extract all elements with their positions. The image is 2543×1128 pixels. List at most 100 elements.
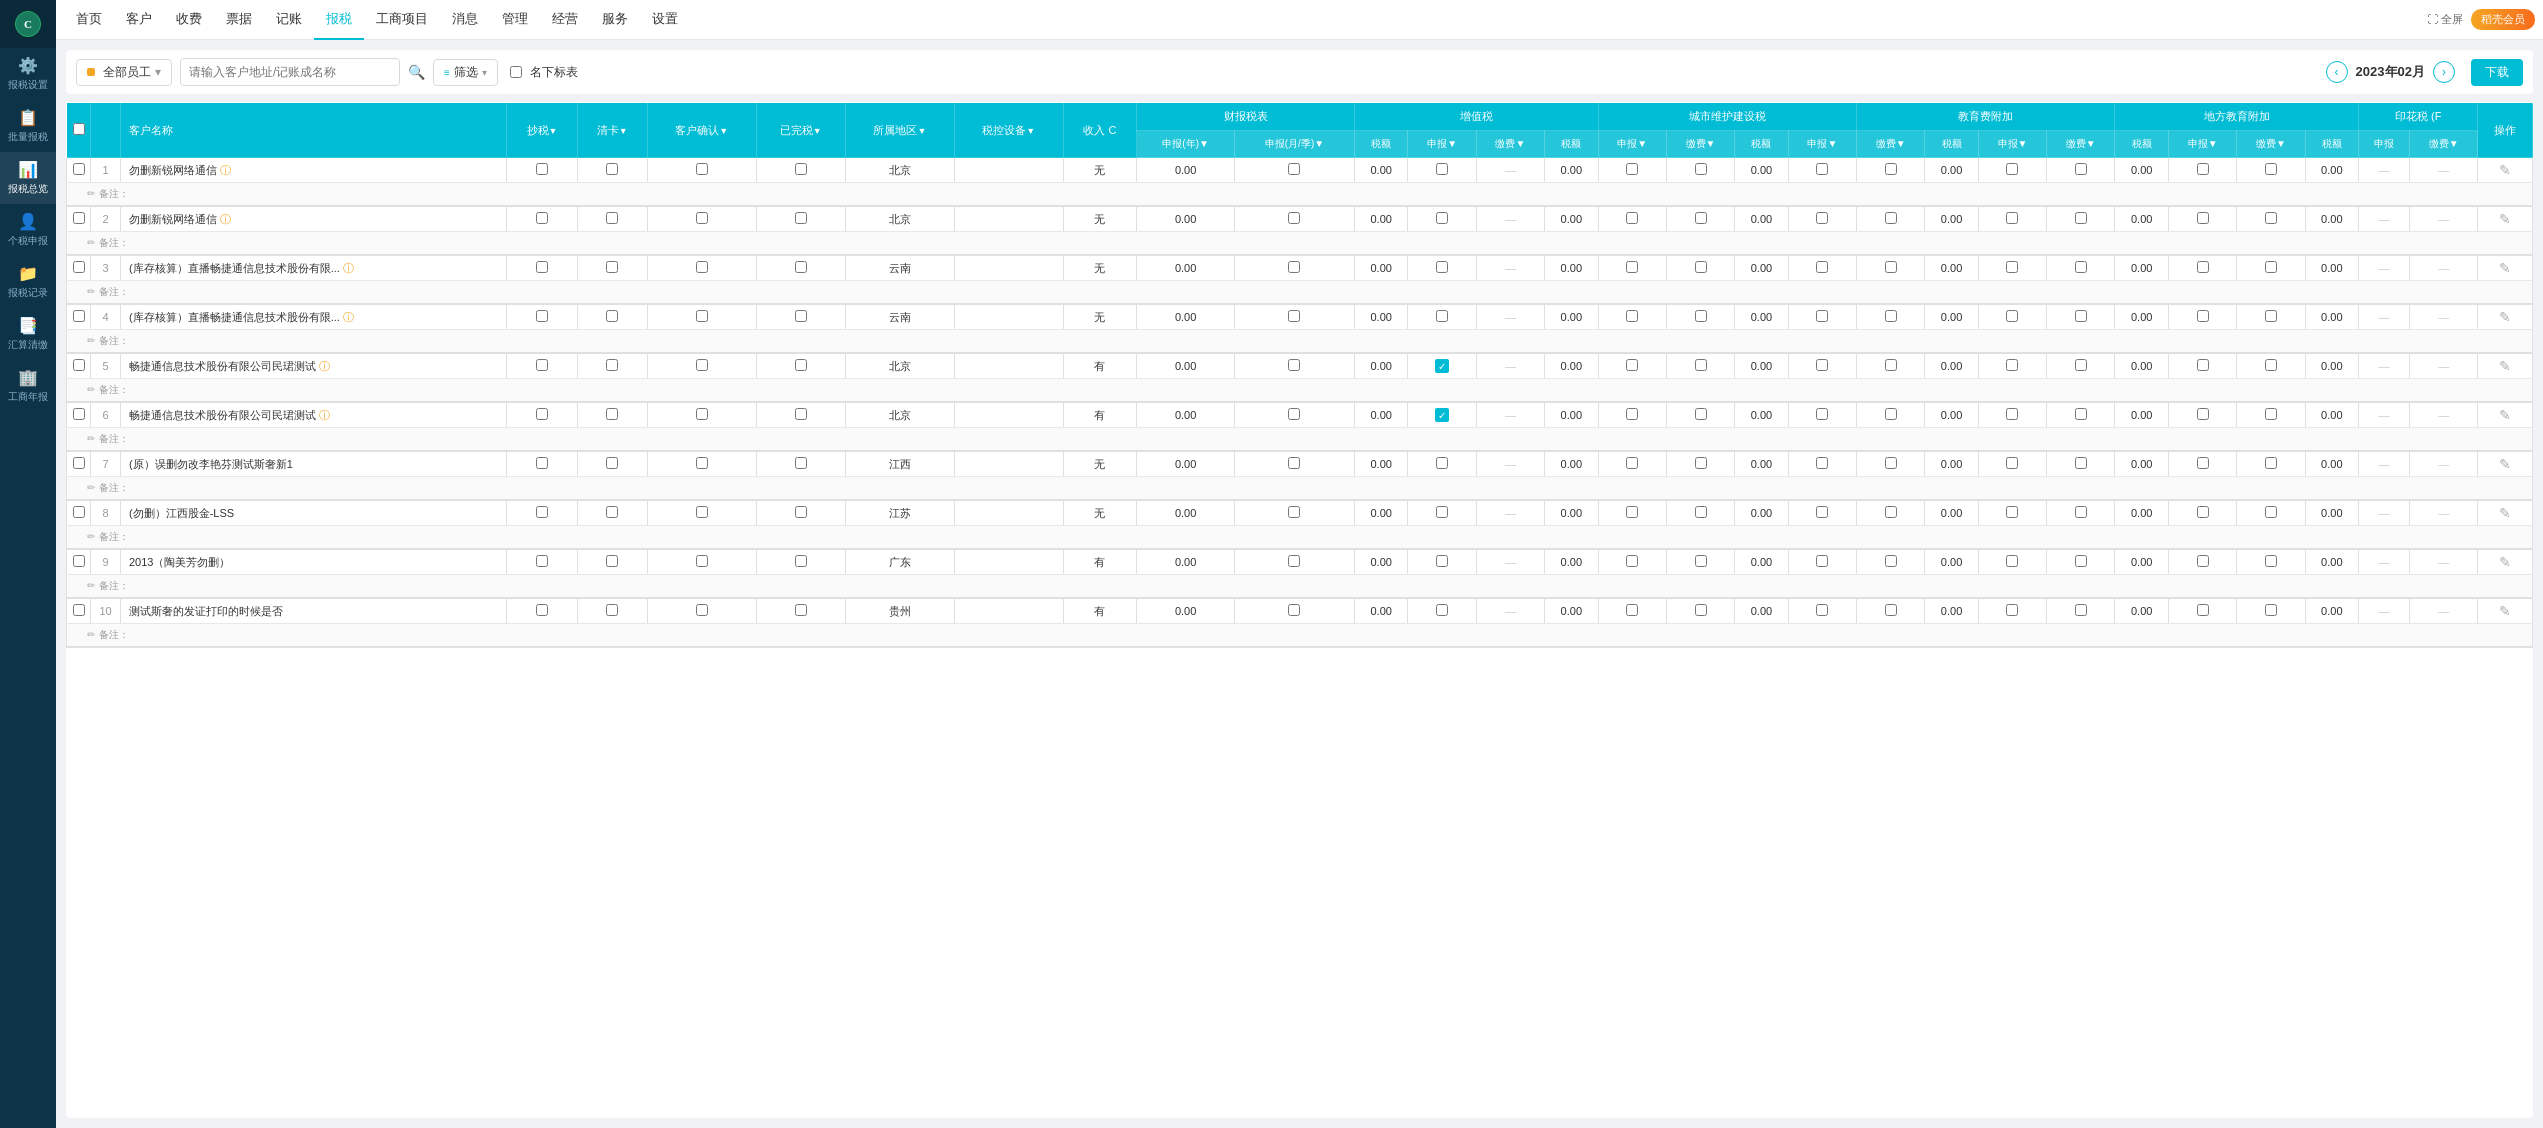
nav-manage[interactable]: 管理: [490, 0, 540, 40]
row-edu-pay2-5[interactable]: [2047, 402, 2115, 428]
row-city-pay-2[interactable]: [1666, 255, 1734, 281]
row-city-apply2-9[interactable]: [1788, 598, 1856, 624]
row-querenk-2[interactable]: [647, 255, 756, 281]
row-checkbox-1[interactable]: [67, 206, 91, 232]
row-local-pay-0[interactable]: [2237, 158, 2305, 183]
row-chaoshui-7[interactable]: [507, 500, 577, 526]
row-chaoshui-9[interactable]: [507, 598, 577, 624]
row-checkbox-7[interactable]: [67, 500, 91, 526]
row-city-pay-0[interactable]: [1666, 158, 1734, 183]
nav-operation[interactable]: 经营: [540, 0, 590, 40]
row-edu-pay2-0[interactable]: [2047, 158, 2115, 183]
row-edu-pay-0[interactable]: [1857, 158, 1925, 183]
row-edu-pay-5[interactable]: [1857, 402, 1925, 428]
row-edu-pay2-7[interactable]: [2047, 500, 2115, 526]
row-local-apply-6[interactable]: [2168, 451, 2236, 477]
row-edu-apply-6[interactable]: [1978, 451, 2046, 477]
row-city-pay-8[interactable]: [1666, 549, 1734, 575]
row-qingka-7[interactable]: [577, 500, 647, 526]
row-edu-pay2-4[interactable]: [2047, 353, 2115, 379]
row-edu-pay-6[interactable]: [1857, 451, 1925, 477]
row-wanshui-1[interactable]: [756, 206, 845, 232]
row-edu-pay-3[interactable]: [1857, 304, 1925, 330]
row-chaoshui-6[interactable]: [507, 451, 577, 477]
row-edu-apply-1[interactable]: [1978, 206, 2046, 232]
row-caibao-month-1[interactable]: [1234, 206, 1354, 232]
row-checkbox-5[interactable]: [67, 402, 91, 428]
row-checkbox-4[interactable]: [67, 353, 91, 379]
row-checkbox-8[interactable]: [67, 549, 91, 575]
sidebar-item-baoshui-shezhi[interactable]: ⚙️ 报税设置: [0, 48, 56, 100]
row-city-pay-1[interactable]: [1666, 206, 1734, 232]
row-chaoshui-5[interactable]: [507, 402, 577, 428]
row-local-apply-9[interactable]: [2168, 598, 2236, 624]
row-querenk-9[interactable]: [647, 598, 756, 624]
row-edu-pay2-6[interactable]: [2047, 451, 2115, 477]
row-edu-pay2-1[interactable]: [2047, 206, 2115, 232]
nav-accounting[interactable]: 记账: [264, 0, 314, 40]
row-city-apply-6[interactable]: [1598, 451, 1666, 477]
row-city-apply2-2[interactable]: [1788, 255, 1856, 281]
row-local-pay-7[interactable]: [2237, 500, 2305, 526]
row-vat-apply-0[interactable]: [1408, 158, 1476, 183]
select-all-checkbox[interactable]: [73, 123, 85, 135]
row-edu-apply-4[interactable]: [1978, 353, 2046, 379]
row-querenk-7[interactable]: [647, 500, 756, 526]
edit-icon-2[interactable]: ✎: [2499, 260, 2511, 276]
row-edu-apply-7[interactable]: [1978, 500, 2046, 526]
row-city-apply2-6[interactable]: [1788, 451, 1856, 477]
row-checkbox-9[interactable]: [67, 598, 91, 624]
row-edu-apply-9[interactable]: [1978, 598, 2046, 624]
row-vat-apply-9[interactable]: [1408, 598, 1476, 624]
row-city-apply-4[interactable]: [1598, 353, 1666, 379]
row-city-apply-1[interactable]: [1598, 206, 1666, 232]
nav-service[interactable]: 服务: [590, 0, 640, 40]
row-vat-apply-1[interactable]: [1408, 206, 1476, 232]
sidebar-item-piliang-baoshui[interactable]: 📋 批量报税: [0, 100, 56, 152]
row-caibao-month-2[interactable]: [1234, 255, 1354, 281]
row-caibao-month-7[interactable]: [1234, 500, 1354, 526]
row-checkbox-3[interactable]: [67, 304, 91, 330]
row-city-pay-3[interactable]: [1666, 304, 1734, 330]
row-chaoshui-2[interactable]: [507, 255, 577, 281]
row-local-pay-2[interactable]: [2237, 255, 2305, 281]
tag-checkbox[interactable]: [510, 66, 522, 78]
next-month-btn[interactable]: ›: [2433, 61, 2455, 83]
employee-filter[interactable]: 全部员工 ▾: [76, 59, 172, 86]
edit-icon-9[interactable]: ✎: [2499, 603, 2511, 619]
row-edit-0[interactable]: ✎: [2478, 158, 2533, 183]
row-checkbox-2[interactable]: [67, 255, 91, 281]
row-city-pay-4[interactable]: [1666, 353, 1734, 379]
row-chaoshui-8[interactable]: [507, 549, 577, 575]
row-local-pay-6[interactable]: [2237, 451, 2305, 477]
edit-icon-0[interactable]: ✎: [2499, 162, 2511, 178]
row-vat-apply-4[interactable]: [1408, 353, 1476, 379]
row-edit-7[interactable]: ✎: [2478, 500, 2533, 526]
row-city-pay-7[interactable]: [1666, 500, 1734, 526]
row-edu-pay2-3[interactable]: [2047, 304, 2115, 330]
row-edit-3[interactable]: ✎: [2478, 304, 2533, 330]
sidebar-item-geshui-shenbao[interactable]: 👤 个税申报: [0, 204, 56, 256]
row-vat-apply-2[interactable]: [1408, 255, 1476, 281]
row-city-apply-9[interactable]: [1598, 598, 1666, 624]
row-wanshui-9[interactable]: [756, 598, 845, 624]
row-city-apply-5[interactable]: [1598, 402, 1666, 428]
row-edu-pay2-9[interactable]: [2047, 598, 2115, 624]
nav-business[interactable]: 工商项目: [364, 0, 440, 40]
row-edit-5[interactable]: ✎: [2478, 402, 2533, 428]
row-edit-9[interactable]: ✎: [2478, 598, 2533, 624]
row-qingka-2[interactable]: [577, 255, 647, 281]
row-local-apply-7[interactable]: [2168, 500, 2236, 526]
row-checkbox-0[interactable]: [67, 158, 91, 183]
row-vat-apply-7[interactable]: [1408, 500, 1476, 526]
row-local-apply-4[interactable]: [2168, 353, 2236, 379]
row-city-pay-5[interactable]: [1666, 402, 1734, 428]
row-qingka-5[interactable]: [577, 402, 647, 428]
row-edu-pay-2[interactable]: [1857, 255, 1925, 281]
row-caibao-month-8[interactable]: [1234, 549, 1354, 575]
row-local-apply-1[interactable]: [2168, 206, 2236, 232]
row-edit-8[interactable]: ✎: [2478, 549, 2533, 575]
row-local-pay-1[interactable]: [2237, 206, 2305, 232]
edit-icon-4[interactable]: ✎: [2499, 358, 2511, 374]
row-edu-apply-5[interactable]: [1978, 402, 2046, 428]
